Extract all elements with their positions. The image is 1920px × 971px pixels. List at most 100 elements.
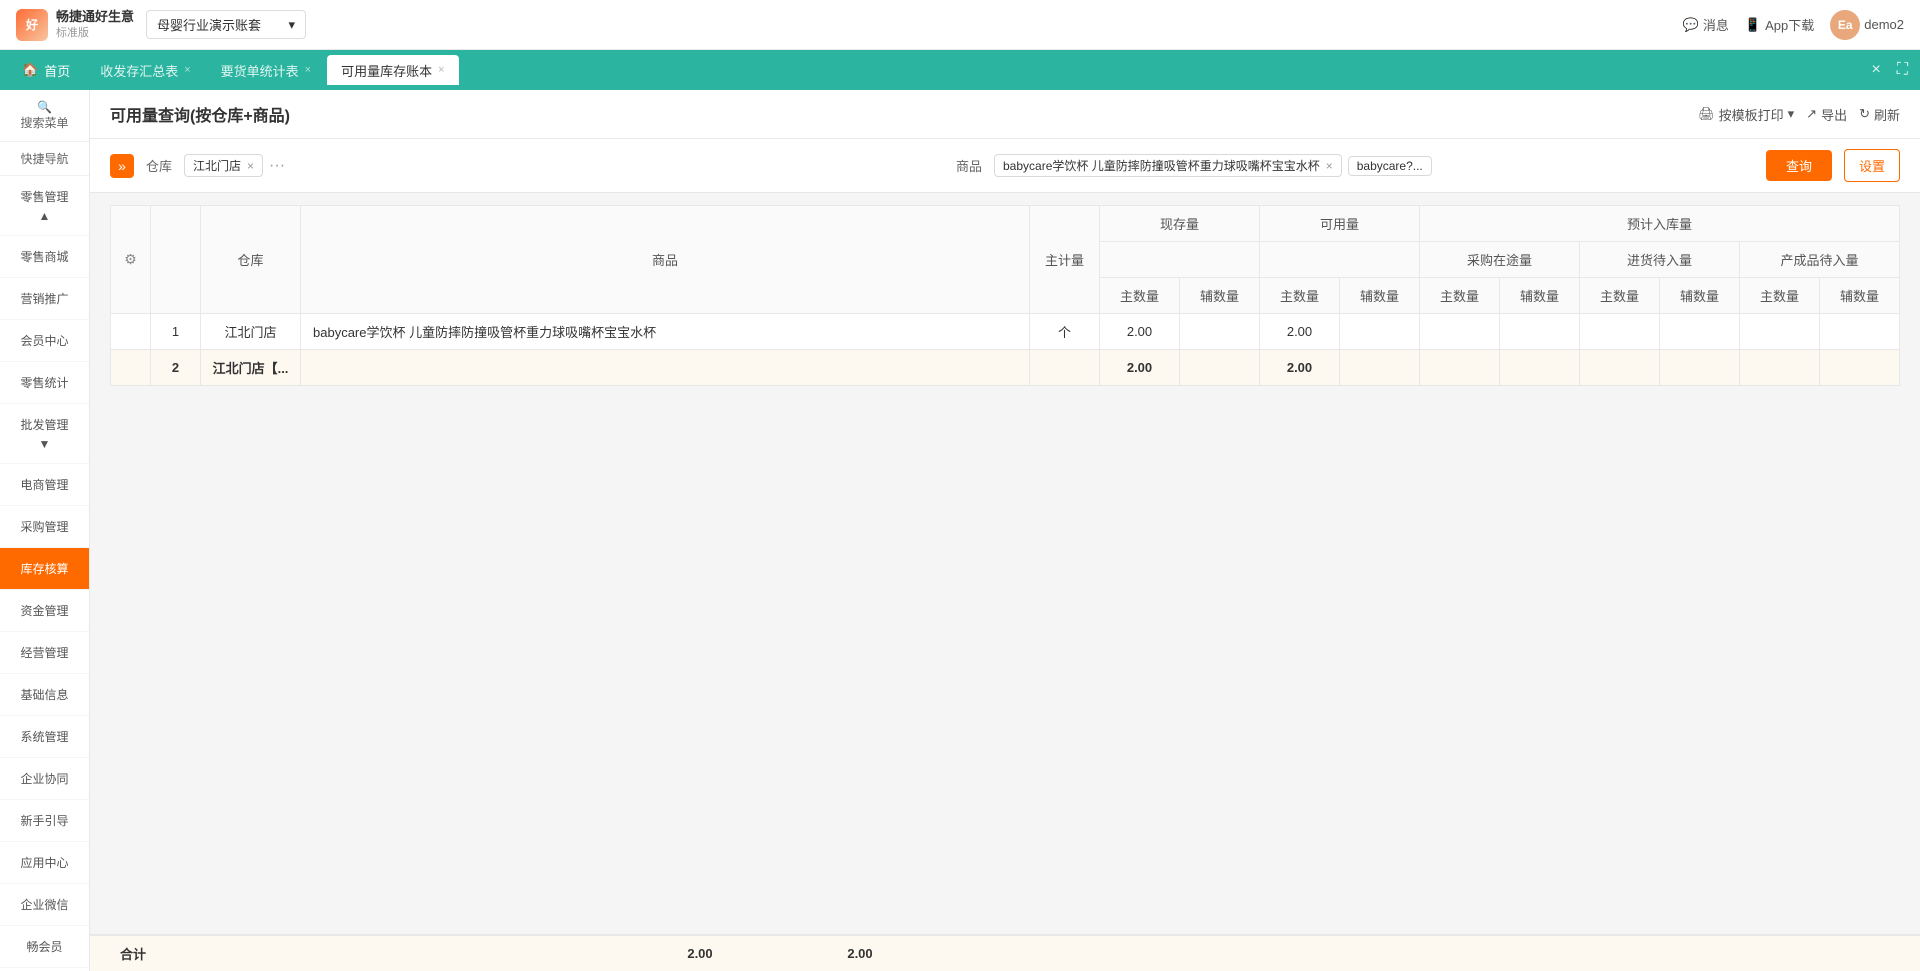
logo-text: 畅捷通好生意 标准版 bbox=[56, 9, 134, 40]
cell-index-1: 1 bbox=[151, 314, 201, 350]
subtotal-current-main: 2.00 bbox=[1100, 350, 1180, 386]
col-inbound-aux: 辅数量 bbox=[1660, 278, 1740, 314]
sidebar-vip-member-label: 畅会员 bbox=[26, 938, 62, 955]
settings-button[interactable]: 设置 bbox=[1844, 149, 1900, 182]
col-finished-aux: 辅数量 bbox=[1820, 278, 1900, 314]
export-label: 导出 bbox=[1821, 105, 1847, 124]
tab-receive-summary[interactable]: 收发存汇总表 × bbox=[86, 55, 204, 85]
sidebar-item-finance[interactable]: 资金管理 bbox=[0, 590, 89, 632]
content-area: 可用量查询(按仓库+商品) 🖨 按模板打印 ▾ ↗ 导出 ↻ 刷新 bbox=[90, 90, 1920, 971]
print-label: 按模板打印 bbox=[1719, 105, 1784, 124]
sidebar-item-ecommerce[interactable]: 电商管理 bbox=[0, 464, 89, 506]
col-avail-aux: 辅数量 bbox=[1340, 278, 1420, 314]
user-profile[interactable]: Ea demo2 bbox=[1830, 10, 1904, 40]
sidebar-wholesale-mgmt-label: 批发管理 bbox=[20, 416, 68, 433]
warehouse-tag[interactable]: 江北门店 × bbox=[184, 154, 263, 177]
sidebar-item-retail-mall[interactable]: 零售商城 bbox=[0, 236, 89, 278]
col-header-product: 商品 bbox=[301, 206, 1030, 314]
sidebar-item-basic-info[interactable]: 基础信息 bbox=[0, 674, 89, 716]
query-button[interactable]: 查询 bbox=[1766, 150, 1832, 181]
tab-home[interactable]: 🏠 首页 bbox=[8, 55, 84, 85]
col-header-settings[interactable]: ⚙ bbox=[111, 206, 151, 314]
sidebar-item-purchase[interactable]: 采购管理 bbox=[0, 506, 89, 548]
chevron-down-icon: ▾ bbox=[288, 17, 295, 33]
print-button[interactable]: 🖨 按模板打印 ▾ bbox=[1698, 105, 1794, 124]
message-button[interactable]: 💬 消息 bbox=[1683, 15, 1729, 34]
cell-inbound-main-1 bbox=[1580, 314, 1660, 350]
footer-total-label: 合计 bbox=[110, 944, 660, 963]
avatar: Ea bbox=[1830, 10, 1860, 40]
sidebar-item-wholesale-mgmt[interactable]: 批发管理 ▼ bbox=[0, 404, 89, 464]
cell-current-aux-1 bbox=[1180, 314, 1260, 350]
col-current-aux: 辅数量 bbox=[1180, 278, 1260, 314]
col-current-main: 主数量 bbox=[1100, 278, 1180, 314]
sidebar-item-new-guide[interactable]: 新手引导 bbox=[0, 800, 89, 842]
col-header-unit: 主计量 bbox=[1030, 206, 1100, 314]
table-footer: 合计 2.00 2.00 bbox=[90, 934, 1920, 971]
sidebar-item-retail-stats[interactable]: 零售统计 bbox=[0, 362, 89, 404]
sidebar-item-member-center[interactable]: 会员中心 bbox=[0, 320, 89, 362]
cell-check bbox=[111, 314, 151, 350]
tab-available-stock[interactable]: 可用量库存账本 × bbox=[327, 55, 458, 85]
sidebar-item-system-mgmt[interactable]: 系统管理 bbox=[0, 716, 89, 758]
nav-tabs: 🏠 首页 收发存汇总表 × 要货单统计表 × 可用量库存账本 × × ⛶ bbox=[0, 50, 1920, 90]
tab-home-label: 首页 bbox=[44, 61, 70, 80]
footer-current-main: 2.00 bbox=[660, 946, 740, 961]
close-available-stock-icon[interactable]: × bbox=[438, 64, 444, 76]
product-tag-1[interactable]: babycare学饮杯 儿童防摔防撞吸管杯重力球吸嘴杯宝宝水杯 × bbox=[994, 154, 1342, 177]
col-header-index bbox=[151, 206, 201, 314]
tab-order-stats[interactable]: 要货单统计表 × bbox=[207, 55, 325, 85]
sidebar-quick-nav[interactable]: 快捷导航 bbox=[0, 142, 89, 176]
top-bar: 好 畅捷通好生意 标准版 母婴行业演示账套 ▾ 💬 消息 📱 App下载 Ea … bbox=[0, 0, 1920, 50]
filter-expand-button[interactable]: » bbox=[110, 154, 134, 178]
subtotal-finished-aux bbox=[1820, 350, 1900, 386]
refresh-label: 刷新 bbox=[1874, 105, 1900, 124]
sidebar-retail-stats-label: 零售统计 bbox=[20, 374, 68, 391]
header-actions: 🖨 按模板打印 ▾ ↗ 导出 ↻ 刷新 bbox=[1698, 105, 1900, 124]
sidebar-item-vip-member[interactable]: 畅会员 bbox=[0, 926, 89, 968]
expand-tabs-button[interactable]: ⛶ bbox=[1893, 57, 1912, 83]
sidebar-item-retail-mgmt[interactable]: 零售管理 ▲ bbox=[0, 176, 89, 236]
col-avail-main: 主数量 bbox=[1260, 278, 1340, 314]
sidebar-item-inventory-check[interactable]: 库存核算 bbox=[0, 548, 89, 590]
sidebar-marketing-label: 营销推广 bbox=[20, 290, 68, 307]
subtotal-avail-main: 2.00 bbox=[1260, 350, 1340, 386]
sidebar-item-operations[interactable]: 经营管理 bbox=[0, 632, 89, 674]
cell-avail-main-1: 2.00 bbox=[1260, 314, 1340, 350]
sidebar-ecommerce-label: 电商管理 bbox=[20, 476, 68, 493]
search-menu-label: 搜索菜单 bbox=[20, 116, 68, 130]
product-tag-2[interactable]: babycare?... bbox=[1348, 156, 1432, 176]
cell-finished-aux-1 bbox=[1820, 314, 1900, 350]
sidebar-new-guide-label: 新手引导 bbox=[20, 812, 68, 829]
close-receive-summary-icon[interactable]: × bbox=[184, 64, 190, 76]
sidebar-item-enterprise-collab[interactable]: 企业协同 bbox=[0, 758, 89, 800]
warehouse-more-button[interactable]: ··· bbox=[269, 157, 285, 175]
warehouse-tag-value: 江北门店 bbox=[193, 157, 241, 174]
sidebar-search-menu[interactable]: 🔍 搜索菜单 bbox=[0, 90, 89, 142]
sidebar-purchase-label: 采购管理 bbox=[20, 518, 68, 535]
col-subheader-inbound-pending: 进货待入量 bbox=[1580, 242, 1740, 278]
product-label: 商品 bbox=[956, 156, 982, 175]
close-all-tabs-button[interactable]: × bbox=[1867, 57, 1884, 83]
filter-bar: » 仓库 江北门店 × ··· 商品 babycare学饮杯 儿童防摔防撞吸管杯… bbox=[90, 139, 1920, 193]
sidebar-item-app-center[interactable]: 应用中心 bbox=[0, 842, 89, 884]
sidebar-item-marketing[interactable]: 营销推广 bbox=[0, 278, 89, 320]
cell-procure-main-1 bbox=[1420, 314, 1500, 350]
cell-procure-aux-1 bbox=[1500, 314, 1580, 350]
chevron-print-icon: ▾ bbox=[1788, 106, 1795, 122]
product-tag-1-close[interactable]: × bbox=[1326, 159, 1333, 173]
industry-selector[interactable]: 母婴行业演示账套 ▾ bbox=[146, 10, 306, 39]
download-button[interactable]: 📱 App下载 bbox=[1745, 15, 1814, 34]
table-row: 1 江北门店 babycare学饮杯 儿童防摔防撞吸管杯重力球吸嘴杯宝宝水杯 个… bbox=[111, 314, 1900, 350]
cell-unit-1: 个 bbox=[1030, 314, 1100, 350]
subtotal-avail-aux bbox=[1340, 350, 1420, 386]
sidebar-basic-info-label: 基础信息 bbox=[20, 686, 68, 703]
warehouse-tag-close[interactable]: × bbox=[247, 159, 254, 173]
product-tag-1-value: babycare学饮杯 儿童防摔防撞吸管杯重力球吸嘴杯宝宝水杯 bbox=[1003, 157, 1320, 174]
sidebar-item-enterprise-wechat[interactable]: 企业微信 bbox=[0, 884, 89, 926]
refresh-button[interactable]: ↻ 刷新 bbox=[1859, 105, 1900, 124]
close-order-stats-icon[interactable]: × bbox=[305, 64, 311, 76]
top-bar-right: 💬 消息 📱 App下载 Ea demo2 bbox=[1683, 10, 1904, 40]
col-procure-aux: 辅数量 bbox=[1500, 278, 1580, 314]
export-button[interactable]: ↗ 导出 bbox=[1806, 105, 1847, 124]
